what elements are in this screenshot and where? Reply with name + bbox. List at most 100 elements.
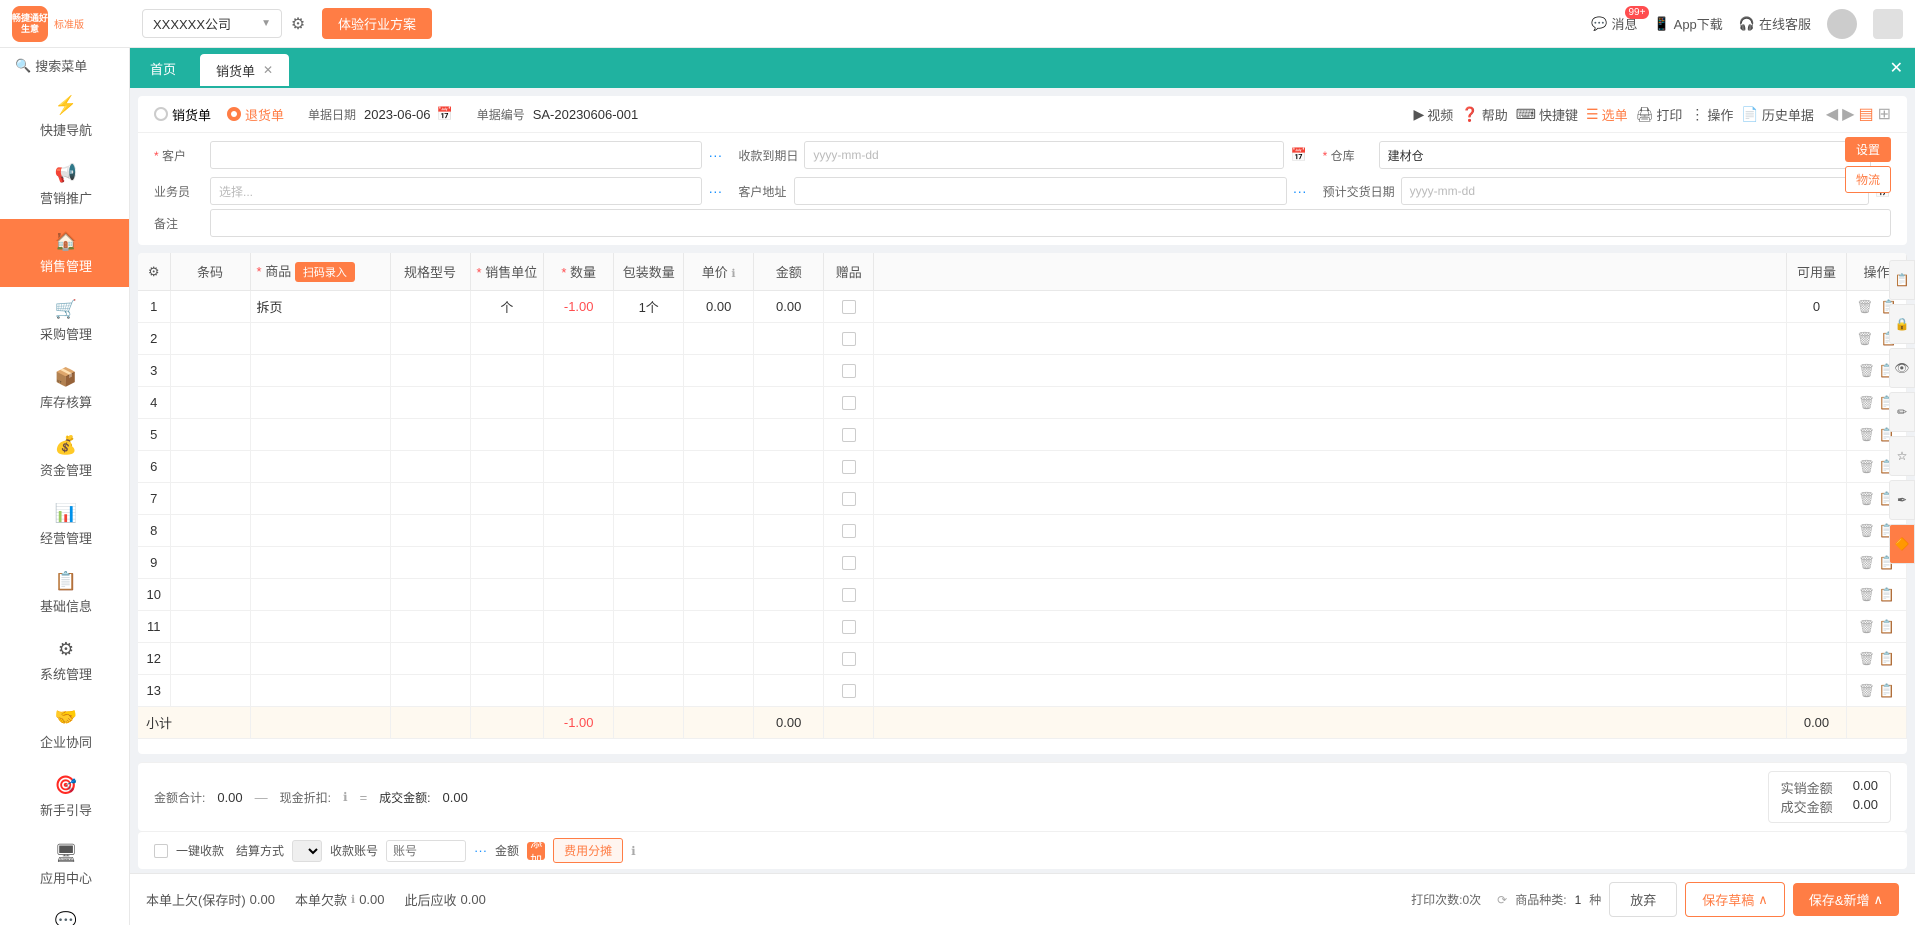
date-value[interactable]: 2023-06-06: [364, 107, 431, 122]
tab-sales-order[interactable]: 销货单 ✕: [200, 54, 289, 86]
row-unit-1[interactable]: 个: [470, 291, 544, 323]
prev-page-btn[interactable]: ◀: [1826, 104, 1838, 124]
delete-icon-10[interactable]: 🗑: [1858, 587, 1875, 602]
salesperson-select-icon[interactable]: ···: [708, 183, 722, 199]
sidebar-item-sales[interactable]: 🏠 销售管理: [0, 219, 129, 287]
sidebar-item-wechat[interactable]: 💬 企业微信: [0, 899, 129, 925]
sidebar-item-system[interactable]: ⚙ 系统管理: [0, 627, 129, 695]
gift-checkbox-7[interactable]: [842, 492, 856, 506]
copy-icon-11[interactable]: 📋: [1879, 619, 1895, 634]
print-btn[interactable]: 🖨 打印: [1636, 105, 1683, 124]
expense-split-btn[interactable]: 费用分摊: [553, 838, 623, 863]
notes-input[interactable]: [210, 209, 1891, 237]
delete-icon-5[interactable]: 🗑: [1858, 427, 1875, 442]
sidebar-item-enterprise[interactable]: 🤝 企业协同: [0, 695, 129, 763]
gift-checkbox-2[interactable]: [842, 332, 856, 346]
print-refresh-icon[interactable]: ⟳: [1497, 893, 1507, 907]
gift-checkbox-12[interactable]: [842, 652, 856, 666]
copy-icon-13[interactable]: 📋: [1879, 683, 1895, 698]
salesperson-input[interactable]: 选择...: [210, 177, 702, 205]
payment-dots[interactable]: ···: [474, 843, 487, 858]
delete-icon-4[interactable]: 🗑: [1858, 395, 1875, 410]
tab-close-icon[interactable]: ✕: [263, 63, 273, 77]
customer-select-icon[interactable]: ···: [708, 147, 722, 163]
date-cal-icon[interactable]: 📅: [437, 106, 453, 122]
calc-method-select[interactable]: [292, 840, 322, 862]
row-spec-2[interactable]: [390, 323, 470, 355]
row-product-1[interactable]: 拆页: [250, 291, 390, 323]
sidebar-search[interactable]: 🔍 搜索菜单: [0, 48, 129, 83]
sidebar-item-app-center[interactable]: 🖥 应用中心: [0, 831, 129, 899]
settings-btn[interactable]: 设置: [1845, 137, 1891, 162]
row-barcode-2[interactable]: [170, 323, 250, 355]
gift-checkbox-1[interactable]: [842, 300, 856, 314]
copy-icon-12[interactable]: 📋: [1879, 651, 1895, 666]
logistics-btn[interactable]: 物流: [1845, 166, 1891, 193]
row-product-2[interactable]: [250, 323, 390, 355]
account-input[interactable]: [386, 840, 466, 862]
sidebar-item-quick-nav[interactable]: ⚡ 快捷导航: [0, 83, 129, 151]
tab-home[interactable]: 首页: [130, 48, 196, 88]
row-amount-1[interactable]: 0.00: [754, 291, 824, 323]
rf-lock-btn[interactable]: 🔒: [1889, 304, 1915, 344]
tab-close-all[interactable]: ✕: [1878, 58, 1915, 78]
shortcut-btn[interactable]: ⌨ 快捷键: [1516, 105, 1578, 124]
sidebar-item-finance[interactable]: 💰 资金管理: [0, 423, 129, 491]
help-btn[interactable]: ❓ 帮助: [1461, 105, 1507, 124]
company-selector[interactable]: XXXXXX公司 ▼: [142, 9, 282, 38]
save-new-button[interactable]: 保存&新增 ∧: [1793, 883, 1899, 916]
row-qty-1[interactable]: -1.00: [544, 291, 614, 323]
scan-button[interactable]: 扫码录入: [295, 262, 355, 282]
row-barcode-1[interactable]: [170, 291, 250, 323]
delete-icon-13[interactable]: 🗑: [1858, 683, 1875, 698]
one-click-checkbox[interactable]: [154, 844, 168, 858]
operation-btn[interactable]: ⋮ 操作: [1690, 105, 1733, 124]
row-gift-1[interactable]: [824, 291, 874, 323]
copy-icon-10[interactable]: 📋: [1879, 587, 1895, 602]
warehouse-input[interactable]: 建材仓: [1379, 141, 1871, 169]
delete-icon-1[interactable]: 🗑: [1856, 299, 1873, 314]
sidebar-item-operations[interactable]: 📊 经营管理: [0, 491, 129, 559]
app-download-btn[interactable]: 📱 App下载: [1653, 14, 1722, 33]
grid-view-btn[interactable]: ⊞: [1878, 104, 1891, 124]
gift-checkbox-10[interactable]: [842, 588, 856, 602]
delete-icon-8[interactable]: 🗑: [1858, 523, 1875, 538]
delete-icon-7[interactable]: 🗑: [1858, 491, 1875, 506]
gift-checkbox-11[interactable]: [842, 620, 856, 634]
due-date-input[interactable]: yyyy-mm-dd: [804, 141, 1284, 169]
delete-icon-6[interactable]: 🗑: [1858, 459, 1875, 474]
row-price-2[interactable]: [684, 323, 754, 355]
abandon-button[interactable]: 放弃: [1609, 882, 1677, 917]
sidebar-item-purchase[interactable]: 🛒 采购管理: [0, 287, 129, 355]
sidebar-item-guide[interactable]: 🎯 新手引导: [0, 763, 129, 831]
gift-checkbox-9[interactable]: [842, 556, 856, 570]
delete-icon-2[interactable]: 🗑: [1856, 331, 1873, 346]
next-page-btn[interactable]: ▶: [1842, 104, 1854, 124]
row-amount-2[interactable]: [754, 323, 824, 355]
row-price-1[interactable]: 0.00: [684, 291, 754, 323]
gift-checkbox-6[interactable]: [842, 460, 856, 474]
gift-checkbox-5[interactable]: [842, 428, 856, 442]
rf-orange-btn[interactable]: 🔶: [1889, 524, 1915, 564]
table-scroll[interactable]: ⚙ 条码 * 商品 扫码录入 规格型号 * 销售单位: [138, 253, 1907, 754]
customer-addr-select-icon[interactable]: ···: [1293, 183, 1307, 199]
row-pkg-2[interactable]: [614, 323, 684, 355]
delete-icon-9[interactable]: 🗑: [1858, 555, 1875, 570]
row-unit-2[interactable]: [470, 323, 544, 355]
add-button[interactable]: 添加: [527, 842, 545, 860]
row-gift-2[interactable]: [824, 323, 874, 355]
customer-addr-input[interactable]: [794, 177, 1286, 205]
due-date-cal-icon[interactable]: 📅: [1290, 147, 1306, 163]
gift-checkbox-3[interactable]: [842, 364, 856, 378]
user-menu-btn[interactable]: [1873, 9, 1903, 39]
rf-pen-btn[interactable]: ✒: [1889, 480, 1915, 520]
delete-icon-12[interactable]: 🗑: [1858, 651, 1875, 666]
row-spec-1[interactable]: [390, 291, 470, 323]
row-qty-2[interactable]: [544, 323, 614, 355]
list-view-btn[interactable]: ▤: [1858, 104, 1873, 124]
trial-button[interactable]: 体验行业方案: [322, 8, 432, 39]
gift-checkbox-13[interactable]: [842, 684, 856, 698]
settings-icon-btn[interactable]: ⚙: [282, 8, 314, 40]
row-pkg-1[interactable]: 1个: [614, 291, 684, 323]
sidebar-item-basic-info[interactable]: 📋 基础信息: [0, 559, 129, 627]
